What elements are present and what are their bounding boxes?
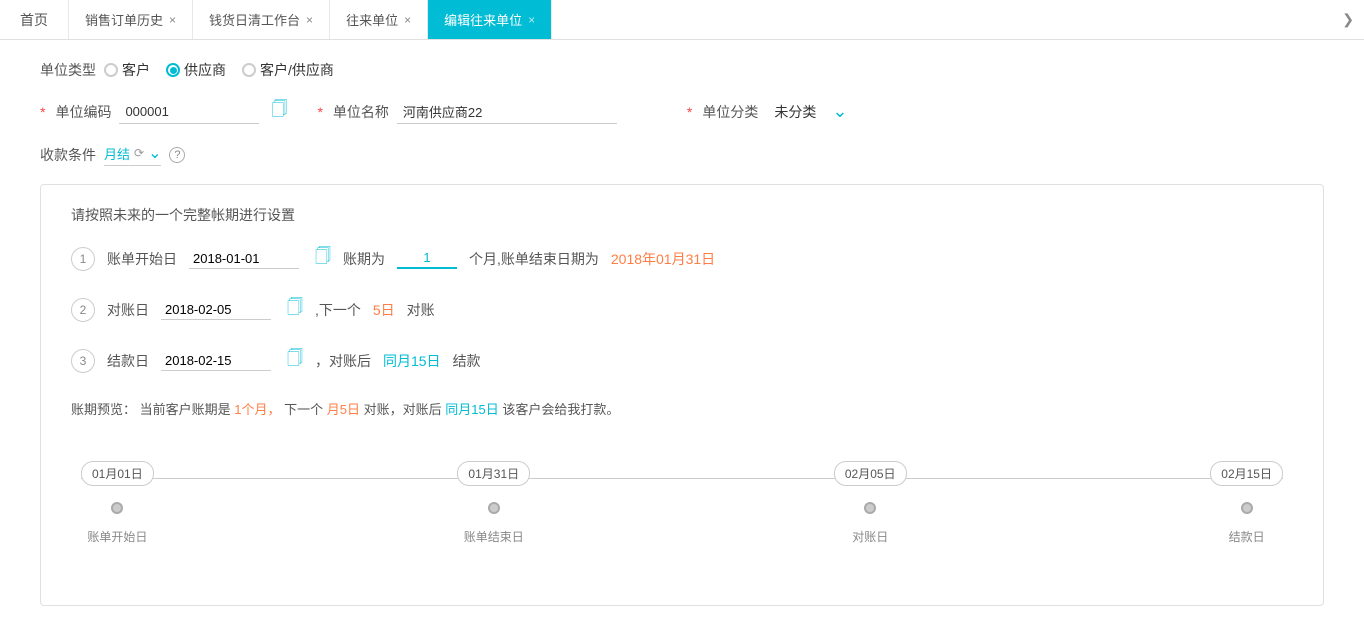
step-row-1: 1 账单开始日 🗍 账期为 个月,账单结束日期为 2018年01月31日 — [71, 245, 1293, 272]
tl-dot-2 — [864, 502, 876, 514]
tab-edit-partner[interactable]: 编辑往来单位 × — [428, 0, 552, 39]
unit-type-row: 单位类型 客户 供应商 客户/供应商 — [40, 60, 1324, 80]
main-content: 单位类型 客户 供应商 客户/供应商 * 单位编码 — [0, 40, 1364, 626]
period-input-1[interactable] — [397, 248, 457, 269]
period-end-date-1: 2018年01月31日 — [611, 249, 715, 269]
payment-terms-value: 月结 — [104, 144, 130, 163]
preview-mid1: 下一个 — [284, 402, 323, 417]
tl-label-2: 对账日 — [852, 528, 888, 545]
step-num-2: 2 — [71, 298, 95, 322]
tl-node-3: 02月15日 结款日 — [1210, 461, 1283, 545]
preview-highlight3: 同月15日 — [445, 402, 498, 417]
tl-node-1: 01月31日 账单结束日 — [457, 461, 530, 545]
unit-category-label: 单位分类 — [702, 102, 758, 122]
radio-customer-supplier[interactable]: 客户/供应商 — [242, 60, 334, 80]
tl-dot-3 — [1241, 502, 1253, 514]
unit-code-input[interactable] — [119, 100, 259, 124]
unit-code-item: * 单位编码 🗍 — [40, 98, 287, 125]
step-suffix-label-1: 账期为 — [343, 249, 385, 269]
step-label-3: 结款日 — [107, 351, 149, 371]
radio-circle-customer-supplier — [242, 63, 256, 77]
unit-category-value: 未分类 — [774, 102, 816, 122]
category-dropdown-arrow[interactable]: ⌄ — [832, 101, 847, 122]
step-suffix-hl-2: 5日 — [373, 300, 395, 320]
tl-label-1: 账单结束日 — [464, 528, 524, 545]
preview-label: 账期预览： — [71, 402, 136, 417]
unit-info-row: * 单位编码 🗍 * 单位名称 * 单位分类 未分类 ⌄ — [40, 98, 1324, 125]
unit-name-input[interactable] — [397, 100, 617, 124]
payment-terms-dropdown-icon: ⌄ — [148, 143, 161, 163]
step-suffix-pre-2: ,下一个 — [315, 300, 361, 320]
tl-badge-1: 01月31日 — [457, 461, 530, 486]
step-row-3: 3 结款日 🗍 ，对账后 同月15日 结款 — [71, 347, 1293, 374]
preview-highlight2: 月5日 — [327, 402, 360, 417]
unit-name-item: * 单位名称 — [317, 100, 616, 124]
step-suffix-post-2: 对账 — [407, 300, 435, 320]
help-icon[interactable]: ? — [169, 147, 185, 163]
tl-node-0: 01月01日 账单开始日 — [81, 461, 154, 545]
step-label-2: 对账日 — [107, 300, 149, 320]
preview-section: 账期预览： 当前客户账期是 1个月， 下一个 月5日 对账，对账后 同月15日 … — [71, 398, 1293, 575]
step-date-3[interactable] — [161, 351, 271, 371]
tl-label-0: 账单开始日 — [87, 528, 147, 545]
timeline-wrapper: 01月01日 账单开始日 01月31日 账单结束日 02月05日 对账日 — [71, 441, 1293, 575]
payment-terms-item: 收款条件 月结 ⟳ ⌄ ? — [40, 143, 185, 166]
unit-category-item: * 单位分类 未分类 ⌄ — [687, 101, 848, 122]
step-date-1[interactable] — [189, 249, 299, 269]
tl-badge-3: 02月15日 — [1210, 461, 1283, 486]
unit-name-label: 单位名称 — [333, 102, 389, 122]
cal-icon-1[interactable]: 🗍 — [315, 245, 331, 272]
tl-node-2: 02月05日 对账日 — [834, 461, 907, 545]
unit-type-label: 单位类型 — [40, 60, 96, 80]
tl-dot-0 — [111, 502, 123, 514]
preview-pre: 当前客户账期是 — [140, 402, 231, 417]
payment-terms-label: 收款条件 — [40, 145, 96, 165]
tab-more-button[interactable]: ❯ — [1332, 0, 1364, 39]
unit-code-label: 单位编码 — [55, 102, 111, 122]
close-edit-partner[interactable]: × — [528, 13, 535, 27]
step-suffix-pre-3: ，对账后 — [315, 351, 371, 371]
radio-supplier[interactable]: 供应商 — [166, 60, 226, 80]
setting-title: 请按照未来的一个完整帐期进行设置 — [71, 205, 1293, 225]
step-label-1: 账单开始日 — [107, 249, 177, 269]
unit-type-radio-group: 客户 供应商 客户/供应商 — [104, 60, 334, 80]
close-partner-unit[interactable]: × — [404, 13, 411, 27]
radio-customer[interactable]: 客户 — [104, 60, 150, 80]
unit-type-item: 单位类型 客户 供应商 客户/供应商 — [40, 60, 334, 80]
tl-dot-1 — [488, 502, 500, 514]
close-cash-work[interactable]: × — [306, 13, 313, 27]
tl-label-3: 结款日 — [1229, 528, 1265, 545]
tab-bar: 首页 销售订单历史 × 钱货日清工作台 × 往来单位 × 编辑往来单位 × ❯ — [0, 0, 1364, 40]
tab-home[interactable]: 首页 — [0, 0, 69, 39]
preview-text: 账期预览： 当前客户账期是 1个月， 下一个 月5日 对账，对账后 同月15日 … — [71, 398, 1293, 421]
cal-icon-3[interactable]: 🗍 — [287, 347, 303, 374]
step-num-1: 1 — [71, 247, 95, 271]
payment-terms-dropdown[interactable]: 月结 ⟳ ⌄ — [104, 143, 161, 166]
step-num-3: 3 — [71, 349, 95, 373]
tl-badge-0: 01月01日 — [81, 461, 154, 486]
step-date-2[interactable] — [161, 300, 271, 320]
step-period-unit-1: 个月,账单结束日期为 — [469, 249, 599, 269]
radio-circle-customer — [104, 63, 118, 77]
payment-terms-row: 收款条件 月结 ⟳ ⌄ ? — [40, 143, 1324, 166]
setting-box: 请按照未来的一个完整帐期进行设置 1 账单开始日 🗍 账期为 个月,账单结束日期… — [40, 184, 1324, 606]
radio-circle-supplier — [166, 63, 180, 77]
preview-mid2: 对账，对账后 — [364, 402, 442, 417]
tab-sales-history[interactable]: 销售订单历史 × — [69, 0, 193, 39]
timeline-nodes: 01月01日 账单开始日 01月31日 账单结束日 02月05日 对账日 — [81, 461, 1283, 545]
cal-icon-2[interactable]: 🗍 — [287, 296, 303, 323]
close-sales-history[interactable]: × — [169, 13, 176, 27]
step-suffix-post-3: 结款 — [453, 351, 481, 371]
payment-terms-arrow: ⟳ — [134, 146, 144, 160]
preview-highlight1: 1个月， — [234, 402, 280, 417]
step-row-2: 2 对账日 🗍 ,下一个 5日 对账 — [71, 296, 1293, 323]
tab-partner-unit[interactable]: 往来单位 × — [330, 0, 428, 39]
tl-badge-2: 02月05日 — [834, 461, 907, 486]
unit-code-icon[interactable]: 🗍 — [271, 98, 287, 125]
preview-post: 该客户会给我打款。 — [502, 402, 619, 417]
step-suffix-hl-3: 同月15日 — [383, 351, 441, 371]
tab-cash-work[interactable]: 钱货日清工作台 × — [193, 0, 330, 39]
